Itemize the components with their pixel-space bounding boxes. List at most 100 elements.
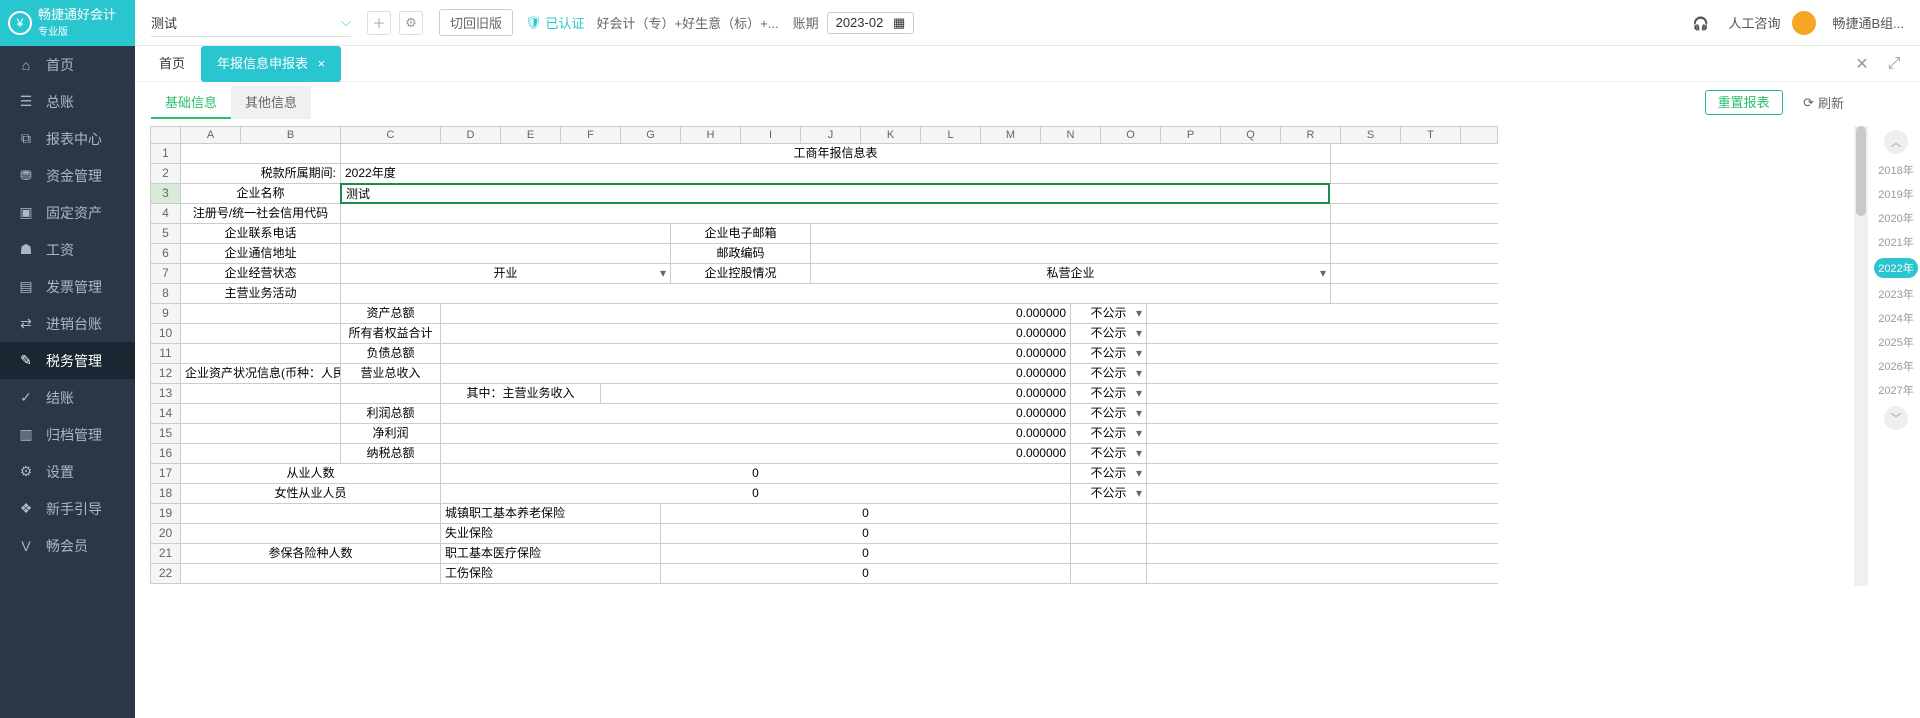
row-12[interactable]: 12企业资产状况信息(币种：人民币万元)营业总收入0.000000不公示	[151, 364, 1498, 384]
cell[interactable]	[341, 224, 671, 243]
row-number[interactable]: 14	[151, 404, 181, 423]
add-company-button[interactable]: ＋	[367, 11, 391, 35]
cell[interactable]: 不公示	[1071, 484, 1147, 503]
row-20[interactable]: 20失业保险0	[151, 524, 1498, 544]
cell[interactable]: 0.000000	[441, 444, 1071, 463]
asset-group[interactable]	[181, 304, 341, 323]
col-header-F[interactable]: F	[561, 127, 621, 143]
refresh-button[interactable]: ⟳ 刷新	[1803, 93, 1844, 112]
row-4[interactable]: 4注册号/统一社会信用代码	[151, 204, 1498, 224]
cell[interactable]: 0	[661, 504, 1071, 523]
row-18[interactable]: 18女性从业人员0不公示	[151, 484, 1498, 504]
nav-item-0[interactable]: ⌂首页	[0, 46, 135, 83]
cell[interactable]: 负债总额	[341, 344, 441, 363]
nav-item-2[interactable]: ⧉报表中心	[0, 120, 135, 157]
asset-group[interactable]	[181, 404, 341, 423]
col-header-K[interactable]: K	[861, 127, 921, 143]
row-13[interactable]: 13其中：主营业务收入0.000000不公示	[151, 384, 1498, 404]
cell[interactable]	[1071, 564, 1147, 583]
cell[interactable]: 企业通信地址	[181, 244, 341, 263]
row-number[interactable]: 6	[151, 244, 181, 263]
insurance-group[interactable]	[181, 504, 441, 523]
row-7[interactable]: 7企业经营状态开业企业控股情况私营企业	[151, 264, 1498, 284]
cell[interactable]: 所有者权益合计	[341, 324, 441, 343]
cell[interactable]: 工伤保险	[441, 564, 661, 583]
row-9[interactable]: 9资产总额0.000000不公示	[151, 304, 1498, 324]
period-value[interactable]: 2022年度	[341, 164, 1331, 183]
col-header-H[interactable]: H	[681, 127, 741, 143]
row-number[interactable]: 16	[151, 444, 181, 463]
cell[interactable]: 净利润	[341, 424, 441, 443]
cell[interactable]	[341, 384, 441, 403]
year-2023年[interactable]: 2023年	[1874, 286, 1918, 302]
row-17[interactable]: 17从业人数0不公示	[151, 464, 1498, 484]
row-number[interactable]: 9	[151, 304, 181, 323]
col-header-Q[interactable]: Q	[1221, 127, 1281, 143]
nav-item-8[interactable]: ✎税务管理	[0, 342, 135, 379]
old-version-button[interactable]: 切回旧版	[439, 9, 513, 36]
select-disclose[interactable]: 不公示	[1071, 344, 1147, 363]
nav-item-4[interactable]: ▣固定资产	[0, 194, 135, 231]
select-disclose[interactable]: 不公示	[1071, 404, 1147, 423]
cell[interactable]	[181, 144, 341, 163]
select-holding[interactable]: 私营企业	[811, 264, 1331, 283]
cell[interactable]: 0.000000	[441, 344, 1071, 363]
row-number[interactable]: 10	[151, 324, 181, 343]
insurance-group[interactable]	[181, 564, 441, 583]
col-header-D[interactable]: D	[441, 127, 501, 143]
asset-group[interactable]	[181, 444, 341, 463]
tab-annual-report[interactable]: 年报信息申报表 ×	[201, 46, 341, 82]
year-2021年[interactable]: 2021年	[1874, 234, 1918, 250]
avatar[interactable]	[1792, 11, 1816, 35]
col-header-P[interactable]: P	[1161, 127, 1221, 143]
insurance-group[interactable]	[181, 524, 441, 543]
nav-item-6[interactable]: ▤发票管理	[0, 268, 135, 305]
row-number[interactable]: 20	[151, 524, 181, 543]
col-header-A[interactable]: A	[181, 127, 241, 143]
asset-group[interactable]: 企业资产状况信息(币种：人民币万元)	[181, 364, 341, 383]
cell[interactable]: 营业总收入	[341, 364, 441, 383]
nav-item-3[interactable]: ⛃资金管理	[0, 157, 135, 194]
year-up-button[interactable]: ︿	[1884, 130, 1908, 154]
row-3[interactable]: 3企业名称测试	[151, 184, 1498, 204]
cell[interactable]	[1071, 524, 1147, 543]
fullscreen-button[interactable]: ⤢	[1882, 52, 1906, 76]
cell[interactable]: 女性从业人员	[181, 484, 441, 503]
row-number[interactable]: 5	[151, 224, 181, 243]
row-1[interactable]: 1工商年报信息表	[151, 144, 1498, 164]
user-name[interactable]: 畅捷通B组...	[1832, 13, 1904, 32]
spreadsheet[interactable]: ABCDEFGHIJKLMNOPQRST 1工商年报信息表2税款所属期间:202…	[150, 126, 1498, 584]
col-header-I[interactable]: I	[741, 127, 801, 143]
period-select[interactable]: 2023-02 ▦	[827, 12, 915, 34]
row-number[interactable]: 15	[151, 424, 181, 443]
nav-item-10[interactable]: ▥归档管理	[0, 416, 135, 453]
select-disclose[interactable]: 不公示	[1071, 444, 1147, 463]
asset-group[interactable]	[181, 324, 341, 343]
row-number[interactable]: 17	[151, 464, 181, 483]
row-number[interactable]: 18	[151, 484, 181, 503]
label-reg[interactable]: 注册号/统一社会信用代码	[181, 204, 341, 223]
vertical-scrollbar[interactable]	[1854, 126, 1868, 586]
select-disclose[interactable]: 不公示	[1071, 304, 1147, 323]
select-all-corner[interactable]	[151, 127, 181, 143]
cell[interactable]: 主营业务活动	[181, 284, 341, 303]
asset-group[interactable]	[181, 344, 341, 363]
close-icon[interactable]: ×	[318, 56, 326, 71]
row-number[interactable]: 7	[151, 264, 181, 283]
col-header-T[interactable]: T	[1401, 127, 1461, 143]
row-number[interactable]: 2	[151, 164, 181, 183]
select-disclose[interactable]: 不公示	[1071, 384, 1147, 403]
select-disclose[interactable]: 不公示	[1071, 324, 1147, 343]
col-header-E[interactable]: E	[501, 127, 561, 143]
nav-item-5[interactable]: ☗工资	[0, 231, 135, 268]
close-all-tabs-button[interactable]: ✕	[1850, 52, 1874, 76]
year-2020年[interactable]: 2020年	[1874, 210, 1918, 226]
cell[interactable]: 失业保险	[441, 524, 661, 543]
row-10[interactable]: 10 所有者权益合计0.000000不公示	[151, 324, 1498, 344]
row-14[interactable]: 14利润总额0.000000不公示	[151, 404, 1498, 424]
cell[interactable]: 其中：主营业务收入	[441, 384, 601, 403]
cell[interactable]: 0.000000	[601, 384, 1071, 403]
cell[interactable]: 资产总额	[341, 304, 441, 323]
row-16[interactable]: 16纳税总额0.000000不公示	[151, 444, 1498, 464]
cell[interactable]: 0.000000	[441, 324, 1071, 343]
